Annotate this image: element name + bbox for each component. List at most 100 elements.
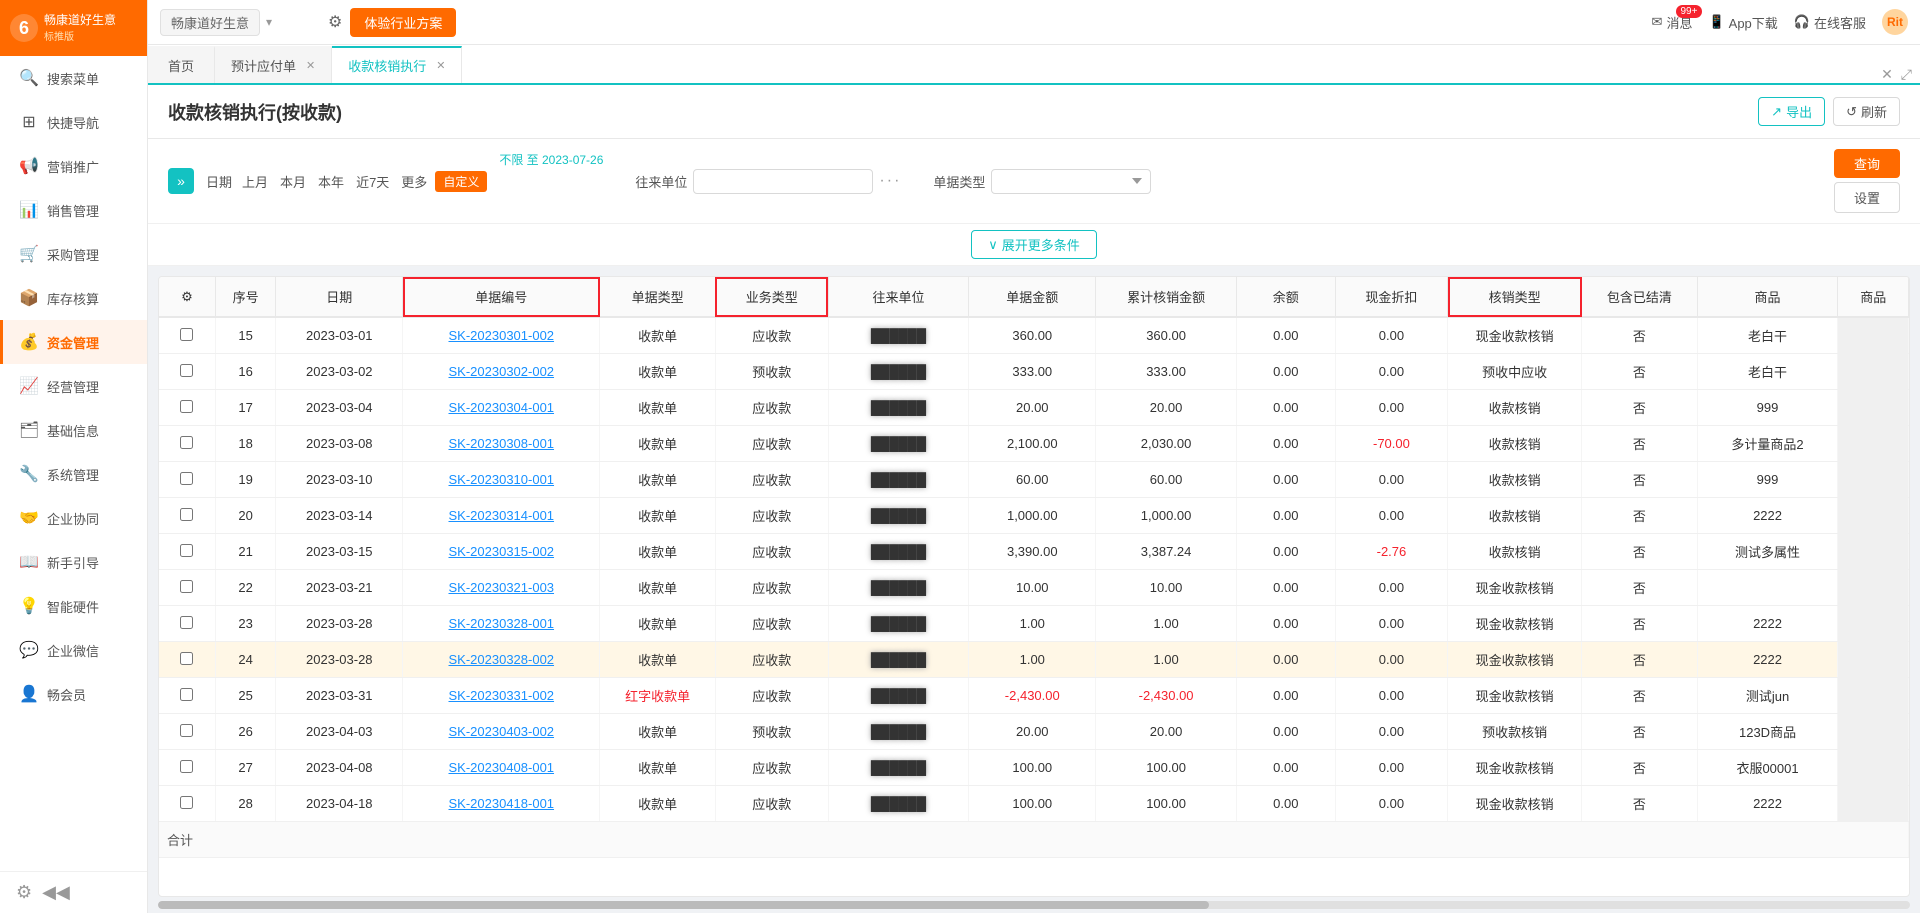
row-checkbox[interactable] — [180, 652, 193, 665]
date-7days-btn[interactable]: 近7天 — [352, 170, 393, 193]
sidebar-item-member[interactable]: 👤畅会员 — [0, 672, 147, 716]
partner-filter-input[interactable] — [693, 169, 873, 194]
collapse-icon[interactable]: ◀◀ — [42, 882, 70, 903]
row-checkbox[interactable] — [180, 688, 193, 701]
tab-writeoff[interactable]: 收款核销执行 ✕ — [332, 46, 462, 83]
cell-docno[interactable]: SK-20230301-002 — [403, 317, 600, 354]
date-custom-btn[interactable]: 自定义 — [435, 171, 487, 192]
cell-docno[interactable]: SK-20230315-002 — [403, 534, 600, 570]
refresh-btn[interactable]: ↺ 刷新 — [1833, 97, 1900, 126]
sidebar-item-base[interactable]: 🗂基础信息 — [0, 408, 147, 452]
cell-docno[interactable]: SK-20230408-001 — [403, 750, 600, 786]
cell-docno[interactable]: SK-20230308-001 — [403, 426, 600, 462]
cell-docno[interactable]: SK-20230331-002 — [403, 678, 600, 714]
cell-docno[interactable]: SK-20230328-002 — [403, 642, 600, 678]
export-btn[interactable]: ↗ 导出 — [1758, 97, 1825, 126]
sidebar-item-guide[interactable]: 📖新手引导 — [0, 540, 147, 584]
cell-check[interactable] — [159, 642, 215, 678]
row-checkbox[interactable] — [180, 760, 193, 773]
topbar-gear-icon[interactable]: ⚙ — [328, 12, 342, 32]
sidebar-item-device[interactable]: 💡智能硬件 — [0, 584, 147, 628]
cell-check[interactable] — [159, 317, 215, 354]
cell-check[interactable] — [159, 462, 215, 498]
cell-check[interactable] — [159, 750, 215, 786]
sidebar-item-biz[interactable]: 📈经营管理 — [0, 364, 147, 408]
tab-expand-icon[interactable]: ⤢ — [1901, 66, 1912, 83]
date-this-month-btn[interactable]: 本月 — [276, 170, 310, 193]
cell-writetype: 现金收款核销 — [1448, 317, 1582, 354]
cell-check[interactable] — [159, 426, 215, 462]
tab-prepay-close-icon[interactable]: ✕ — [306, 59, 315, 72]
sidebar-item-corp[interactable]: 🤝企业协同 — [0, 496, 147, 540]
sidebar-item-label: 企业微信 — [47, 641, 99, 660]
row-checkbox[interactable] — [180, 508, 193, 521]
cell-docno[interactable]: SK-20230304-001 — [403, 390, 600, 426]
sidebar-item-market[interactable]: 📢营销推广 — [0, 144, 147, 188]
row-checkbox[interactable] — [180, 400, 193, 413]
th-gear[interactable]: ⚙ — [159, 277, 215, 317]
cell-docno[interactable]: SK-20230314-001 — [403, 498, 600, 534]
cell-check[interactable] — [159, 534, 215, 570]
setting-btn[interactable]: 设置 — [1834, 182, 1900, 213]
tab-prepay[interactable]: 预计应付单 ✕ — [215, 46, 332, 83]
message-btn[interactable]: ✉ 消息 99+ — [1652, 13, 1693, 32]
cell-check[interactable] — [159, 498, 215, 534]
sidebar-item-nav[interactable]: ⊞快捷导航 — [0, 100, 147, 144]
cell-docno[interactable]: SK-20230403-002 — [403, 714, 600, 750]
cell-check[interactable] — [159, 354, 215, 390]
industry-btn[interactable]: 体验行业方案 — [350, 8, 456, 37]
sidebar-item-sales[interactable]: 📊销售管理 — [0, 188, 147, 232]
row-checkbox[interactable] — [180, 472, 193, 485]
sidebar-item-wechat[interactable]: 💬企业微信 — [0, 628, 147, 672]
row-checkbox[interactable] — [180, 436, 193, 449]
cell-docno[interactable]: SK-20230418-001 — [403, 786, 600, 822]
sidebar-item-purchase[interactable]: 🛒采购管理 — [0, 232, 147, 276]
row-checkbox[interactable] — [180, 580, 193, 593]
cell-check[interactable] — [159, 606, 215, 642]
cell-no: 22 — [215, 570, 276, 606]
app-download-btn[interactable]: 📱 App下载 — [1708, 13, 1777, 32]
settings-icon[interactable]: ⚙ — [16, 882, 32, 903]
expand-more-icon: ∨ — [988, 237, 998, 253]
tab-close-all-icon[interactable]: ✕ — [1881, 66, 1893, 83]
row-checkbox[interactable] — [180, 796, 193, 809]
cell-discount: 0.00 — [1335, 390, 1448, 426]
table-row: 21 2023-03-15 SK-20230315-002 收款单 应收款 ██… — [159, 534, 1909, 570]
cell-date: 2023-03-21 — [276, 570, 403, 606]
partner-dots-icon[interactable]: ··· — [879, 172, 901, 190]
cell-check[interactable] — [159, 714, 215, 750]
cell-writetype: 现金收款核销 — [1448, 606, 1582, 642]
sidebar-item-sys[interactable]: 🔧系统管理 — [0, 452, 147, 496]
online-service-btn[interactable]: 🎧 在线客服 — [1794, 13, 1866, 32]
cell-check[interactable] — [159, 570, 215, 606]
cell-goods: 测试jun — [1697, 678, 1838, 714]
tab-home[interactable]: 首页 — [148, 46, 215, 83]
row-checkbox[interactable] — [180, 724, 193, 737]
date-more-btn[interactable]: 更多 — [397, 170, 431, 193]
cell-docno[interactable]: SK-20230321-003 — [403, 570, 600, 606]
cell-check[interactable] — [159, 678, 215, 714]
cell-docno[interactable]: SK-20230310-001 — [403, 462, 600, 498]
filter-toggle-btn[interactable]: » — [168, 168, 194, 194]
row-checkbox[interactable] — [180, 616, 193, 629]
dropdown-chevron-icon[interactable]: ▾ — [266, 15, 272, 29]
avatar[interactable]: Rit — [1882, 9, 1908, 35]
cell-docno[interactable]: SK-20230302-002 — [403, 354, 600, 390]
row-checkbox[interactable] — [180, 328, 193, 341]
date-last-month-btn[interactable]: 上月 — [238, 170, 272, 193]
date-this-year-btn[interactable]: 本年 — [314, 170, 348, 193]
sidebar-item-stock[interactable]: 📦库存核算 — [0, 276, 147, 320]
row-checkbox[interactable] — [180, 544, 193, 557]
cell-check[interactable] — [159, 786, 215, 822]
tab-writeoff-close-icon[interactable]: ✕ — [436, 59, 445, 72]
sidebar-item-finance[interactable]: 💰资金管理 — [0, 320, 147, 364]
horizontal-scrollbar[interactable] — [158, 901, 1910, 909]
sidebar-item-search[interactable]: 🔍搜索菜单 — [0, 56, 147, 100]
query-btn[interactable]: 查询 — [1834, 149, 1900, 178]
expand-more-btn[interactable]: ∨ 展开更多条件 — [971, 230, 1097, 259]
doctype-filter-select[interactable] — [991, 169, 1151, 194]
cell-docno[interactable]: SK-20230328-001 — [403, 606, 600, 642]
row-checkbox[interactable] — [180, 364, 193, 377]
cell-balance: 0.00 — [1237, 534, 1336, 570]
cell-check[interactable] — [159, 390, 215, 426]
